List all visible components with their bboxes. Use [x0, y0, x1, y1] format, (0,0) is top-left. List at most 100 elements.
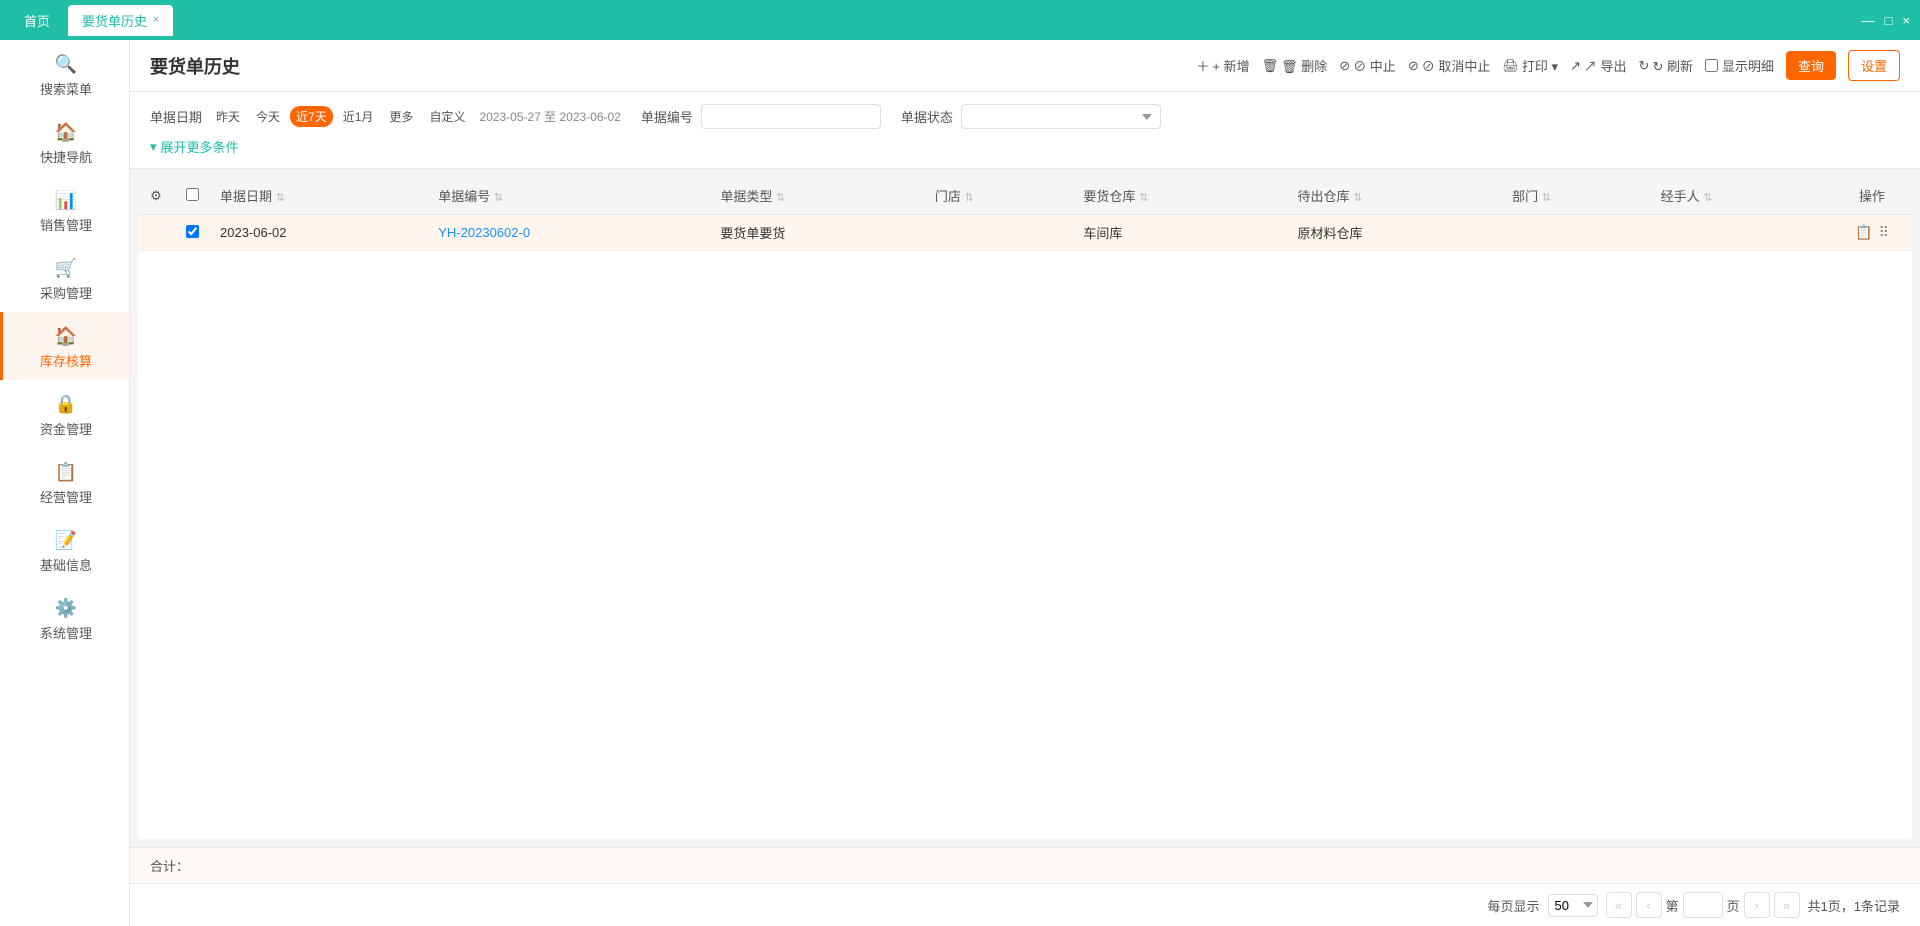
row-handler — [1651, 215, 1832, 251]
date-filter-label: 单据日期 — [150, 107, 202, 126]
sort-orderno-icon[interactable]: ⇅ — [494, 192, 503, 204]
date-shortcuts: 昨天 今天 近7天 近1月 更多 自定义 — [210, 106, 471, 127]
sidebar: 🔍 搜索菜单 🏠 快捷导航 📊 销售管理 🛒 采购管理 🏠 库存核算 🔒 资金管… — [0, 40, 130, 926]
system-icon: ⚙️ — [55, 598, 77, 619]
more-shortcut[interactable]: 更多 — [383, 106, 419, 127]
yesterday-shortcut[interactable]: 昨天 — [210, 106, 246, 127]
filter-area: 单据日期 昨天 今天 近7天 近1月 更多 自定义 2023-05-27 至 2… — [130, 92, 1920, 169]
table-footer: 合计： — [130, 847, 1920, 883]
close-window-icon[interactable]: × — [1902, 13, 1910, 28]
th-order-no: 单据编号 ⇅ — [428, 177, 710, 215]
edit-icon[interactable]: 📋 — [1855, 224, 1872, 241]
toolbar: ＋ + 新增 🗑 🗑 删除 ⊘ ⊘ 中止 ⊘ ⊘ 取消中止 🖨 打印 — [1196, 50, 1900, 91]
sidebar-item-search-menu[interactable]: 🔍 搜索菜单 — [0, 40, 129, 108]
sidebar-item-inventory[interactable]: 🏠 库存核算 — [0, 312, 129, 380]
sidebar-label-system: 系统管理 — [40, 623, 92, 642]
today-shortcut[interactable]: 今天 — [250, 106, 286, 127]
header-row: ⚙ 单据日期 ⇅ 单据编号 ⇅ 单据类型 ⇅ 门店 ⇅ 要货仓库 ⇅ 待出仓库 … — [138, 177, 1912, 215]
tab-close-icon[interactable]: × — [153, 14, 159, 26]
custom-shortcut[interactable]: 自定义 — [423, 106, 471, 127]
th-pending-warehouse: 待出仓库 ⇅ — [1288, 177, 1503, 215]
window-controls: — □ × — [1862, 13, 1910, 28]
new-icon: ＋ — [1196, 56, 1209, 75]
sort-pendwh-icon[interactable]: ⇅ — [1353, 192, 1362, 204]
page-label: 第 — [1666, 896, 1679, 915]
sidebar-item-quick-nav[interactable]: 🏠 快捷导航 — [0, 108, 129, 176]
cancel-stop-button[interactable]: ⊘ ⊘ 取消中止 — [1408, 56, 1491, 75]
last1month-shortcut[interactable]: 近1月 — [337, 106, 380, 127]
query-button[interactable]: 查询 — [1786, 51, 1836, 80]
sidebar-item-basic[interactable]: 📝 基础信息 — [0, 516, 129, 584]
row-date: 2023-06-02 — [210, 215, 428, 251]
row-checkbox[interactable] — [174, 215, 210, 251]
sidebar-item-sales[interactable]: 📊 销售管理 — [0, 176, 129, 244]
delete-button[interactable]: 🗑 🗑 删除 — [1262, 56, 1328, 75]
operation-icon: 📋 — [55, 462, 77, 483]
new-button[interactable]: ＋ + 新增 — [1196, 56, 1249, 75]
sort-handler-icon[interactable]: ⇅ — [1703, 192, 1712, 204]
refresh-icon: ↻ — [1639, 58, 1650, 74]
page-header: 要货单历史 ＋ + 新增 🗑 🗑 删除 ⊘ ⊘ 中止 ⊘ ⊘ 取消中止 — [130, 40, 1920, 92]
th-settings[interactable]: ⚙ — [138, 177, 174, 215]
date-filter-group: 单据日期 昨天 今天 近7天 近1月 更多 自定义 2023-05-27 至 2… — [150, 106, 621, 127]
last7days-shortcut[interactable]: 近7天 — [290, 106, 333, 127]
expand-more-button[interactable]: ▾ 展开更多条件 — [150, 137, 1900, 156]
status-select[interactable] — [961, 104, 1161, 129]
settings-button[interactable]: 设置 — [1848, 50, 1900, 81]
maximize-icon[interactable]: □ — [1885, 13, 1893, 28]
order-no-input[interactable] — [701, 104, 881, 129]
page-size-select[interactable]: 50 20 100 200 — [1548, 894, 1598, 917]
th-checkbox[interactable] — [174, 177, 210, 215]
th-type: 单据类型 ⇅ — [710, 177, 925, 215]
sidebar-item-operation[interactable]: 📋 经营管理 — [0, 448, 129, 516]
first-page-btn[interactable]: « — [1606, 892, 1632, 918]
prev-page-btn[interactable]: ‹ — [1636, 892, 1662, 918]
order-no-filter-group: 单据编号 — [641, 104, 881, 129]
select-all-checkbox[interactable] — [186, 188, 199, 201]
sidebar-label-quick-nav: 快捷导航 — [40, 147, 92, 166]
row-department — [1502, 215, 1651, 251]
minimize-icon[interactable]: — — [1862, 13, 1875, 28]
cancel-stop-icon: ⊘ — [1408, 58, 1419, 74]
page-label-end: 页 — [1727, 896, 1740, 915]
row-action: 📋 ⠿ — [1832, 215, 1912, 251]
sort-type-icon[interactable]: ⇅ — [776, 192, 785, 204]
sort-dept-icon[interactable]: ⇅ — [1542, 192, 1551, 204]
last-page-btn[interactable]: » — [1774, 892, 1800, 918]
expand-more-icon: ▾ — [150, 139, 157, 155]
sort-store-icon[interactable]: ⇅ — [965, 192, 974, 204]
home-tab[interactable]: 首页 — [10, 5, 64, 36]
quick-nav-icon: 🏠 — [55, 122, 77, 143]
active-tab-label: 要货单历史 — [82, 11, 147, 30]
display-detail-toggle[interactable]: 显示明细 — [1705, 56, 1774, 75]
table-header: ⚙ 单据日期 ⇅ 单据编号 ⇅ 单据类型 ⇅ 门店 ⇅ 要货仓库 ⇅ 待出仓库 … — [138, 177, 1912, 215]
order-no-link[interactable]: YH-20230602-0 — [438, 225, 530, 240]
sidebar-item-finance[interactable]: 🔒 资金管理 — [0, 380, 129, 448]
stop-button[interactable]: ⊘ ⊘ 中止 — [1339, 56, 1396, 75]
finance-icon: 🔒 — [55, 394, 77, 415]
active-tab[interactable]: 要货单历史 × — [68, 5, 173, 36]
expand-more-label: 展开更多条件 — [161, 137, 239, 156]
copy-icon[interactable]: ⠿ — [1879, 224, 1889, 241]
sort-reqwh-icon[interactable]: ⇅ — [1139, 192, 1148, 204]
next-page-btn[interactable]: › — [1744, 892, 1770, 918]
display-detail-checkbox[interactable] — [1705, 59, 1718, 72]
sidebar-label-purchase: 采购管理 — [40, 283, 92, 302]
search-menu-icon: 🔍 — [55, 54, 77, 75]
th-date: 单据日期 ⇅ — [210, 177, 428, 215]
row-select-checkbox[interactable] — [186, 225, 199, 238]
sidebar-item-purchase[interactable]: 🛒 采购管理 — [0, 244, 129, 312]
page-number-input[interactable]: 1 — [1683, 892, 1723, 918]
th-store: 门店 ⇅ — [925, 177, 1074, 215]
display-detail-label: 显示明细 — [1722, 56, 1774, 75]
sidebar-label-inventory: 库存核算 — [40, 351, 92, 370]
purchase-icon: 🛒 — [55, 258, 77, 279]
sidebar-item-system[interactable]: ⚙️ 系统管理 — [0, 584, 129, 652]
sidebar-label-finance: 资金管理 — [40, 419, 92, 438]
export-button[interactable]: ↗ ↗ 导出 — [1570, 56, 1627, 75]
print-button[interactable]: 🖨 打印 ▾ — [1502, 56, 1558, 75]
status-filter-group: 单据状态 — [901, 104, 1161, 129]
print-icon: 🖨 — [1502, 58, 1519, 74]
refresh-button[interactable]: ↻ ↻ 刷新 — [1639, 56, 1693, 75]
sort-date-icon[interactable]: ⇅ — [276, 192, 285, 204]
